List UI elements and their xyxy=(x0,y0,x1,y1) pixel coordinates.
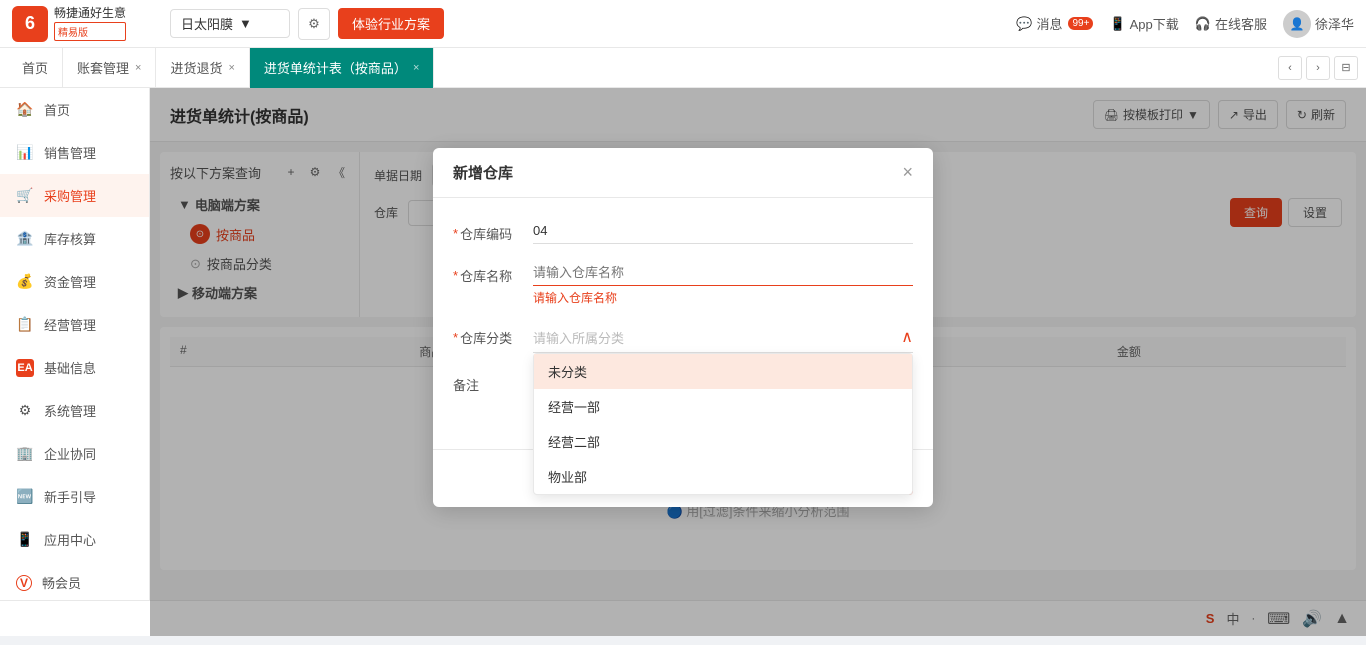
top-header: 6 畅捷通好生意 精易版 日太阳膜 ▼ ⚙ 体验行业方案 💬 消息 99+ 📱 … xyxy=(0,0,1366,48)
sidebar-item-enterprise[interactable]: 🏢 企业协同 xyxy=(0,432,149,475)
sidebar-item-home[interactable]: 🏠 首页 xyxy=(0,88,149,131)
sidebar-item-operations[interactable]: 📋 经营管理 xyxy=(0,303,149,346)
sidebar-item-apps[interactable]: 📱 应用中心 xyxy=(0,518,149,561)
purchase-icon: 🛒 xyxy=(16,187,34,205)
select-arrow-icon: ∧ xyxy=(901,327,913,347)
messages-button[interactable]: 💬 消息 99+ xyxy=(1016,14,1093,33)
home-icon: 🏠 xyxy=(16,101,34,119)
modal-header: 新增仓库 × xyxy=(433,148,933,198)
system-icon: ⚙ xyxy=(16,402,34,420)
tab-home[interactable]: 首页 xyxy=(8,48,63,88)
headset-icon: 🎧 xyxy=(1195,16,1211,32)
sidebar-item-finance[interactable]: 💰 资金管理 xyxy=(0,260,149,303)
name-label: * 仓库名称 xyxy=(453,260,533,285)
sidebar: 🏠 首页 📊 销售管理 🛒 采购管理 🏦 库存核算 💰 资金管理 📋 经营管理 … xyxy=(0,88,150,636)
dropdown-item-uncategorized[interactable]: 未分类 xyxy=(534,354,912,389)
tab-purchase-return[interactable]: 进货退货 × xyxy=(156,48,249,88)
brand-badge: 精易版 xyxy=(54,22,126,41)
operations-icon: 📋 xyxy=(16,316,34,334)
dropdown-item-dept2[interactable]: 经营二部 xyxy=(534,424,912,459)
sidebar-item-purchase[interactable]: 🛒 采购管理 xyxy=(0,174,149,217)
logo-area: 6 畅捷通好生意 精易版 xyxy=(12,6,162,42)
inventory-icon: 🏦 xyxy=(16,230,34,248)
tab-menu[interactable]: ⊟ xyxy=(1334,56,1358,80)
dropdown-item-property[interactable]: 物业部 xyxy=(534,459,912,494)
category-dropdown: 未分类 经营一部 经营二部 物业部 xyxy=(533,353,913,495)
code-input[interactable] xyxy=(533,218,913,244)
message-icon: 💬 xyxy=(1016,16,1032,32)
form-row-name: * 仓库名称 请输入仓库名称 xyxy=(453,260,913,306)
app-download-button[interactable]: 📱 App下载 xyxy=(1109,14,1178,33)
tab-account-mgmt[interactable]: 账套管理 × xyxy=(63,48,156,88)
name-field: 请输入仓库名称 xyxy=(533,260,913,306)
tab-close-icon[interactable]: × xyxy=(228,62,234,74)
name-input[interactable] xyxy=(533,260,913,286)
store-selector[interactable]: 日太阳膜 ▼ xyxy=(170,9,290,38)
modal-body: * 仓库编码 * 仓库名称 xyxy=(433,198,933,449)
modal-overlay: 新增仓库 × * 仓库编码 xyxy=(150,88,1366,636)
sidebar-item-basics[interactable]: EA 基础信息 xyxy=(0,346,149,389)
tab-close-icon[interactable]: × xyxy=(413,62,419,74)
user-profile[interactable]: 👤 徐泽华 xyxy=(1283,10,1354,38)
category-select[interactable]: 请输入所属分类 ∧ xyxy=(533,322,913,353)
code-label: * 仓库编码 xyxy=(453,218,533,243)
sidebar-item-newuser[interactable]: 🆕 新手引导 xyxy=(0,475,149,518)
sidebar-item-inventory[interactable]: 🏦 库存核算 xyxy=(0,217,149,260)
apps-icon: 📱 xyxy=(16,531,34,549)
tab-close-icon[interactable]: × xyxy=(135,62,141,74)
tab-controls: ‹ › ⊟ xyxy=(1278,56,1358,80)
sidebar-item-member[interactable]: V 畅会员 xyxy=(0,561,149,604)
trial-button[interactable]: 体验行业方案 xyxy=(338,8,444,39)
category-field: 请输入所属分类 ∧ 未分类 经营一部 经营二部 物业部 xyxy=(533,322,913,353)
chevron-down-icon: ▼ xyxy=(239,16,252,31)
tab-scroll-left[interactable]: ‹ xyxy=(1278,56,1302,80)
header-right: 💬 消息 99+ 📱 App下载 🎧 在线客服 👤 徐泽华 xyxy=(1016,10,1354,38)
note-label: 备注 xyxy=(453,369,533,394)
form-row-code: * 仓库编码 xyxy=(453,218,913,244)
enterprise-icon: 🏢 xyxy=(16,445,34,463)
tab-scroll-right[interactable]: › xyxy=(1306,56,1330,80)
sidebar-item-system[interactable]: ⚙ 系统管理 xyxy=(0,389,149,432)
new-warehouse-modal: 新增仓库 × * 仓库编码 xyxy=(433,148,933,507)
app-logo: 6 xyxy=(12,6,48,42)
modal-title: 新增仓库 xyxy=(453,162,513,183)
content-area: 进货单统计(按商品) 🖨 按模板打印 ▼ ↗ 导出 ↻ 刷新 xyxy=(150,88,1366,636)
store-name: 日太阳膜 xyxy=(181,14,233,33)
tab-bar: 首页 账套管理 × 进货退货 × 进货单统计表（按商品） × ‹ › ⊟ xyxy=(0,48,1366,88)
category-label: * 仓库分类 xyxy=(453,322,533,347)
sales-icon: 📊 xyxy=(16,144,34,162)
member-icon: V xyxy=(16,575,32,591)
tab-purchase-stats[interactable]: 进货单统计表（按商品） × xyxy=(250,48,434,88)
name-error-msg: 请输入仓库名称 xyxy=(533,289,913,306)
basics-icon: EA xyxy=(16,359,34,377)
code-field xyxy=(533,218,913,244)
form-row-category: * 仓库分类 请输入所属分类 ∧ 未分类 经营一部 xyxy=(453,322,913,353)
sidebar-item-sales[interactable]: 📊 销售管理 xyxy=(0,131,149,174)
dropdown-item-dept1[interactable]: 经营一部 xyxy=(534,389,912,424)
modal-close-button[interactable]: × xyxy=(902,162,913,183)
brand-name: 畅捷通好生意 xyxy=(54,6,126,22)
messages-badge: 99+ xyxy=(1068,17,1093,30)
main-layout: 🏠 首页 📊 销售管理 🛒 采购管理 🏦 库存核算 💰 资金管理 📋 经营管理 … xyxy=(0,88,1366,636)
settings-icon[interactable]: ⚙ xyxy=(298,8,330,40)
phone-icon: 📱 xyxy=(1109,16,1125,32)
finance-icon: 💰 xyxy=(16,273,34,291)
avatar: 👤 xyxy=(1283,10,1311,38)
newuser-icon: 🆕 xyxy=(16,488,34,506)
online-service-button[interactable]: 🎧 在线客服 xyxy=(1195,14,1267,33)
